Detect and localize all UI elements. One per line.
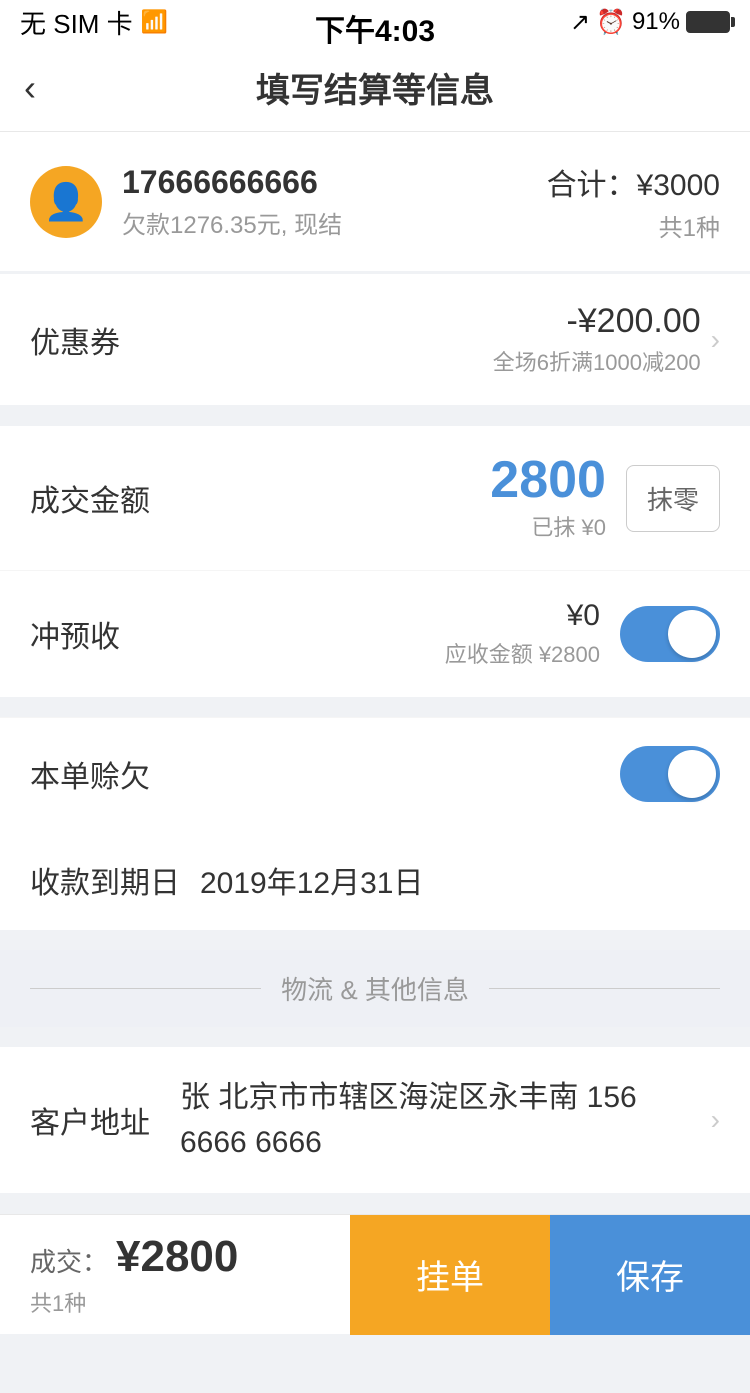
bad-debt-label: 本单赊欠 [30, 752, 150, 796]
status-right: ↗ ⏰ 91% [570, 8, 730, 37]
due-date-row: 收款到期日 2019年12月31日 [0, 830, 750, 930]
address-value: 张 北京市市辖区海淀区永丰南 156 6666 6666 [180, 1075, 711, 1165]
deal-erased-label: 已抹 ¥0 [490, 510, 606, 542]
prepay-amount: ¥0 [445, 599, 600, 633]
erase-button[interactable]: 抹零 [626, 465, 720, 532]
coupon-description: 全场6折满1000减200 [493, 345, 701, 377]
section-divider-4 [0, 1027, 750, 1047]
bad-debt-row: 本单赊欠 [0, 717, 750, 830]
alarm-icon: ⏰ [596, 8, 626, 37]
avatar-icon: 👤 [44, 181, 89, 223]
due-date-value: 2019年12月31日 [200, 858, 423, 902]
customer-info: 17666666666 欠款1276.35元, 现结 [122, 164, 342, 240]
save-button[interactable]: 保存 [550, 1215, 750, 1335]
prepay-receivable: 应收金额 ¥2800 [445, 637, 600, 669]
battery-text: 91% [632, 8, 680, 36]
bottom-deal-label: 成交： [30, 1242, 108, 1279]
logistics-divider: 物流 & 其他信息 [0, 950, 750, 1027]
prepay-right: ¥0 应收金额 ¥2800 [445, 599, 720, 669]
due-date-label: 收款到期日 [30, 858, 180, 902]
hold-button[interactable]: 挂单 [350, 1215, 550, 1335]
customer-debt: 欠款1276.35元, 现结 [122, 205, 342, 240]
status-bar: 无 SIM 卡 📶 下午4:03 ↗ ⏰ 91% [0, 0, 750, 44]
deal-amount-value: 2800 已抹 ¥0 [490, 454, 606, 542]
customer-card: 👤 17666666666 欠款1276.35元, 现结 合计：¥3000 共1… [0, 132, 750, 272]
address-chevron-icon: › [711, 1104, 720, 1136]
coupon-row[interactable]: 优惠券 -¥200.00 全场6折满1000减200 › [0, 274, 750, 406]
prepay-row: 冲预收 ¥0 应收金额 ¥2800 [0, 570, 750, 697]
section-divider-2 [0, 697, 750, 717]
customer-left: 👤 17666666666 欠款1276.35元, 现结 [30, 164, 342, 240]
back-button[interactable]: ‹ [24, 67, 36, 109]
bottom-count: 共1种 [30, 1286, 320, 1318]
bottom-deal: 成交： ¥2800 [30, 1232, 320, 1282]
deal-amount-number: 2800 [490, 454, 606, 506]
bad-debt-toggle[interactable] [620, 746, 720, 802]
deal-amount-row: 成交金额 2800 已抹 ¥0 抹零 [0, 426, 750, 570]
logistics-label: 物流 & 其他信息 [281, 970, 469, 1007]
avatar: 👤 [30, 166, 102, 238]
bottom-bar: 成交： ¥2800 共1种 挂单 保存 [0, 1214, 750, 1334]
content: 👤 17666666666 欠款1276.35元, 现结 合计：¥3000 共1… [0, 132, 750, 1393]
customer-count: 共1种 [547, 208, 720, 243]
section-divider-1 [0, 406, 750, 426]
page-title: 填写结算等信息 [256, 63, 494, 112]
prepay-toggle[interactable] [620, 606, 720, 662]
deal-amount-label: 成交金额 [30, 476, 150, 520]
bottom-info: 成交： ¥2800 共1种 [0, 1232, 350, 1318]
coupon-discount: -¥200.00 [493, 302, 701, 341]
no-sim-text: 无 SIM 卡 [20, 4, 133, 41]
section-divider-3 [0, 930, 750, 950]
address-label: 客户地址 [30, 1098, 150, 1142]
customer-right: 合计：¥3000 共1种 [547, 160, 720, 243]
wifi-icon: 📶 [141, 9, 168, 35]
coupon-amount: -¥200.00 全场6折满1000减200 [493, 302, 701, 377]
coupon-label: 优惠券 [30, 318, 120, 362]
address-row[interactable]: 客户地址 张 北京市市辖区海淀区永丰南 156 6666 6666 › [0, 1047, 750, 1193]
battery-icon [686, 11, 730, 33]
divider-line-left [30, 988, 261, 989]
deal-right: 2800 已抹 ¥0 抹零 [490, 454, 720, 542]
customer-phone: 17666666666 [122, 164, 342, 201]
nav-bar: ‹ 填写结算等信息 [0, 44, 750, 132]
bottom-deal-amount: ¥2800 [116, 1232, 238, 1282]
status-left: 无 SIM 卡 📶 [20, 4, 168, 41]
divider-line-right [489, 988, 720, 989]
customer-total: 合计：¥3000 [547, 160, 720, 204]
prepay-label: 冲预收 [30, 612, 120, 656]
location-icon: ↗ [570, 8, 590, 37]
chevron-right-icon: › [711, 324, 720, 356]
coupon-right: -¥200.00 全场6折满1000减200 › [493, 302, 720, 377]
prepay-values: ¥0 应收金额 ¥2800 [445, 599, 600, 669]
